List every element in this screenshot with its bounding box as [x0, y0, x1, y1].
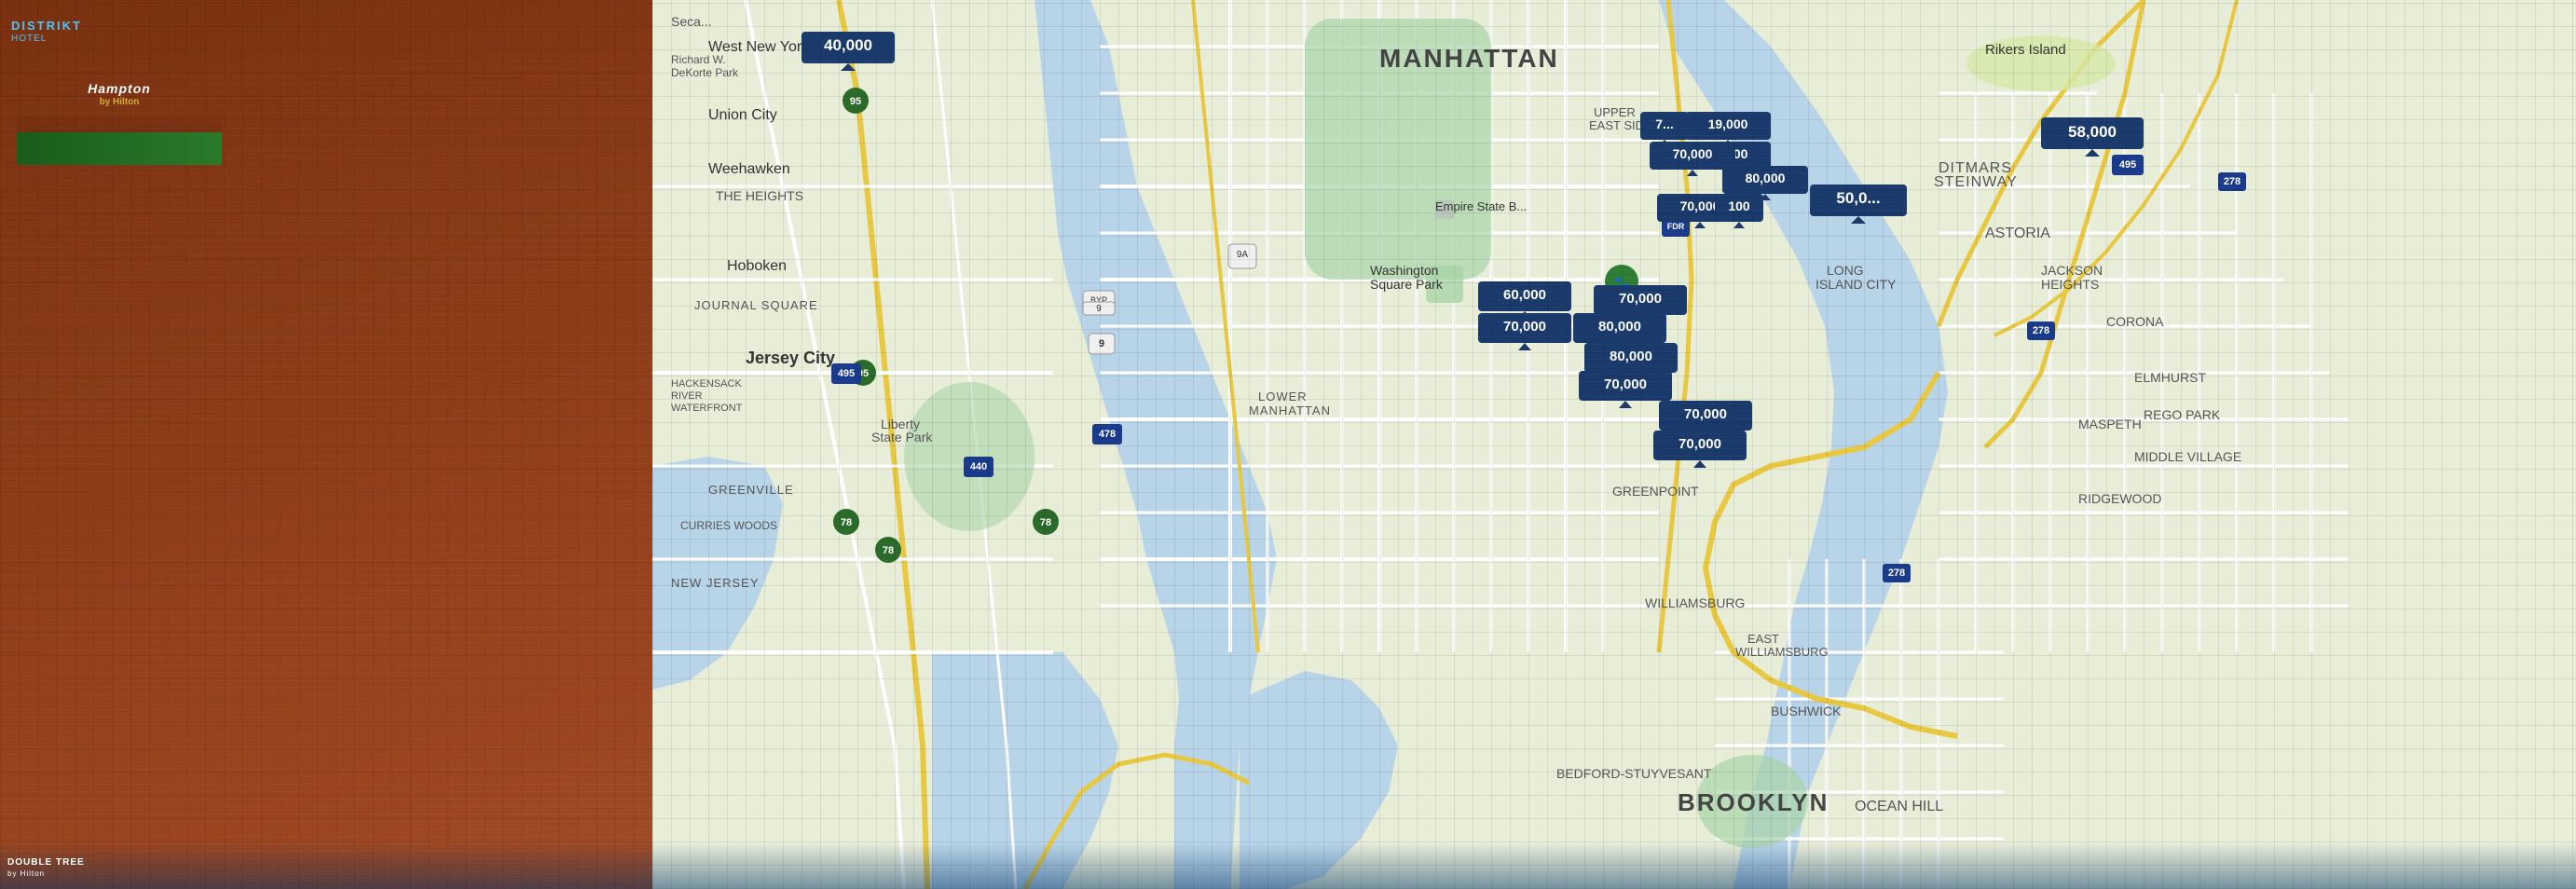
hotel-list: Hampton by Hilton Hampton Inn Manhattan-… — [0, 0, 652, 889]
hotel-image-doubletree: DOUBLE TREEby Hilton — [17, 406, 222, 541]
hotel-card-doubletree: DOUBLE TREEby Hilton DoubleTree by Hilto… — [0, 386, 652, 582]
